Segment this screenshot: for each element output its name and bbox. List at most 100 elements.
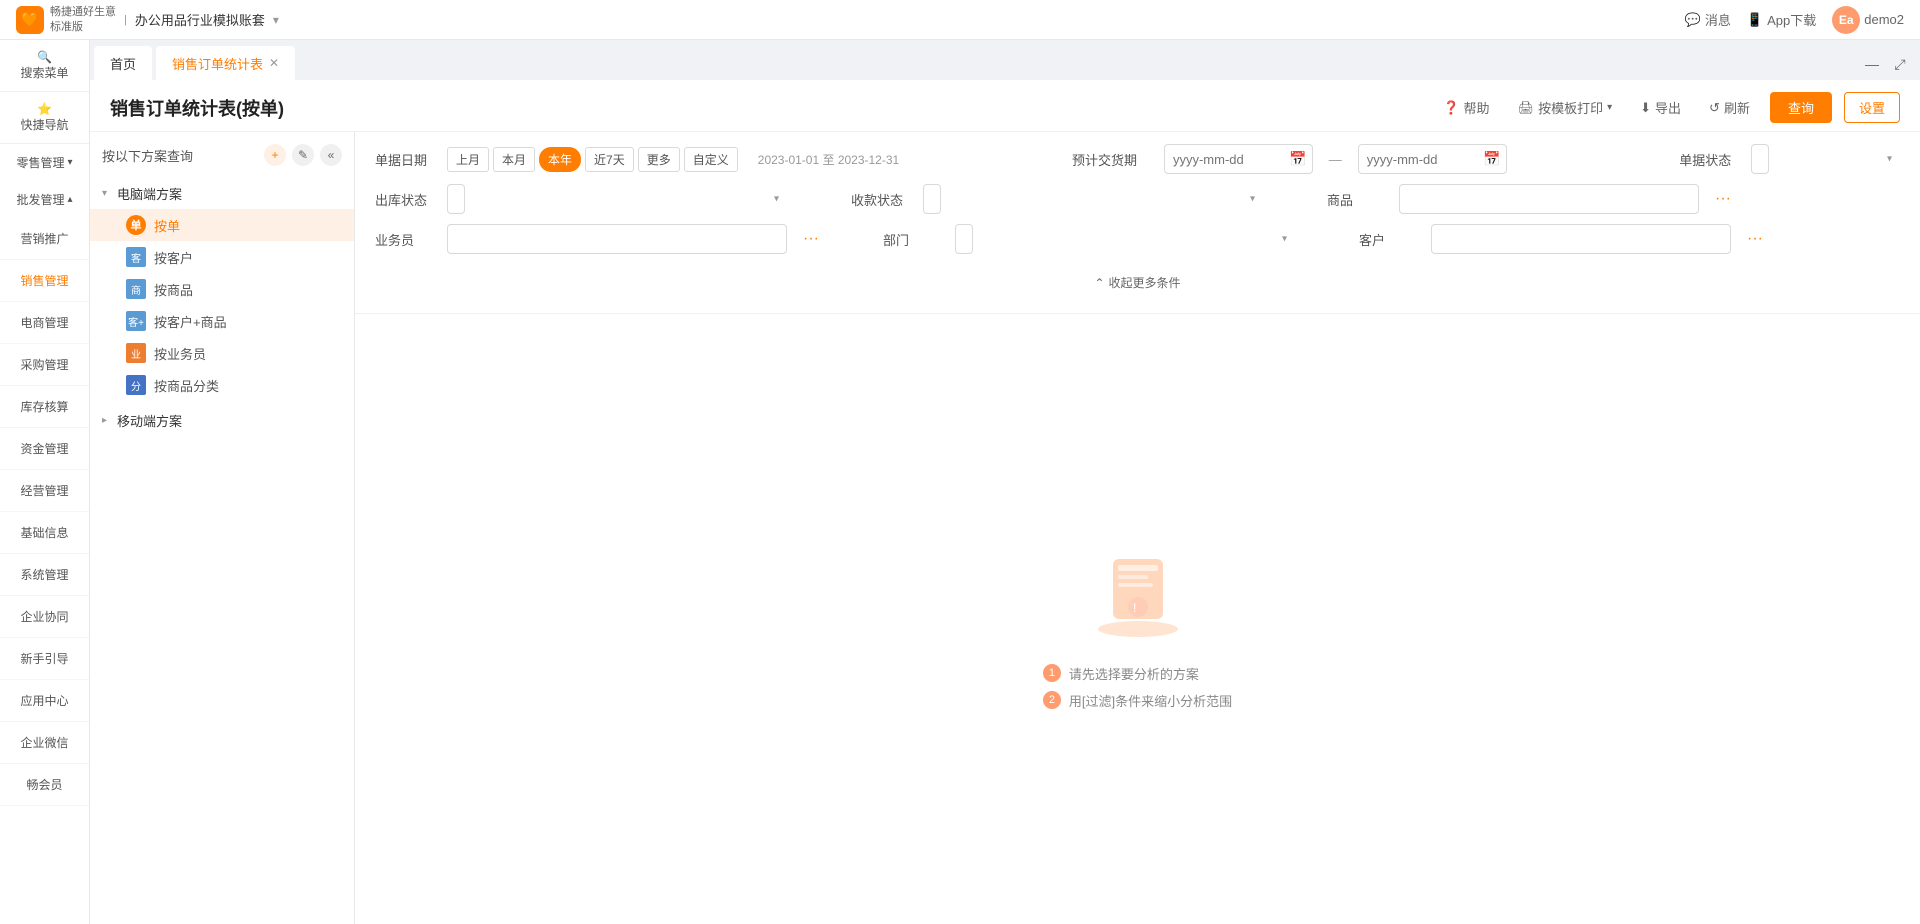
date-btn-custom[interactable]: 自定义 [684, 147, 738, 172]
add-plan-btn[interactable]: + [264, 144, 286, 166]
wholesale-arrow-icon: ▴ [67, 194, 72, 205]
sidebar-item-ecommerce[interactable]: 电商管理 [0, 302, 89, 344]
export-icon: ⬇ [1640, 100, 1651, 116]
avatar: Ea [1832, 6, 1860, 34]
by-category-label: 按商品分类 [154, 376, 219, 395]
sidebar-item-retail[interactable]: 零售管理 ▾ [0, 144, 89, 181]
left-panel-header: 按以下方案查询 + ✎ « [90, 144, 354, 174]
by-cust-prod-icon: 客+ [126, 311, 146, 331]
date-buttons: 上月 本月 本年 近7天 更多 自定义 [447, 147, 738, 172]
marketing-label: 营销推广 [20, 232, 68, 246]
sidebar-item-system[interactable]: 系统管理 [0, 554, 89, 596]
mobile-group-header[interactable]: ▸ 移动端方案 [90, 405, 354, 436]
by-cust-prod-label: 按客户+商品 [154, 312, 227, 331]
tab-minimize-btn[interactable]: — [1860, 52, 1884, 76]
purchase-label: 采购管理 [20, 358, 68, 372]
customer-more-icon[interactable]: ··· [1747, 230, 1763, 248]
query-button[interactable]: 查询 [1770, 92, 1832, 123]
wechat-label: 企业微信 [20, 736, 68, 750]
plan-item-by-salesperson[interactable]: 业 按业务员 [90, 337, 354, 369]
sidebar-item-member[interactable]: 畅会员 [0, 764, 89, 806]
sidebar-item-wechat[interactable]: 企业微信 [0, 722, 89, 764]
enterprise-label: 企业协同 [20, 610, 68, 624]
tab-bar: 首页 销售订单统计表 ✕ — ⤢ [90, 40, 1920, 80]
sidebar-item-enterprise[interactable]: 企业协同 [0, 596, 89, 638]
download-btn[interactable]: 📱 App下载 [1747, 10, 1816, 29]
download-icon: 📱 [1747, 12, 1763, 28]
right-area: 单据日期 上月 本月 本年 近7天 更多 自定义 2023-01-01 至 20… [355, 132, 1920, 924]
sidebar-item-basic[interactable]: 基础信息 [0, 512, 89, 554]
calendar-to-icon[interactable]: 📅 [1483, 151, 1500, 168]
user-area[interactable]: Ea demo2 [1832, 6, 1904, 34]
page-content: 销售订单统计表(按单) ❓ 帮助 🖨 按模板打印 ▾ ⬇ 导出 [90, 80, 1920, 924]
product-more-icon[interactable]: ··· [1715, 190, 1731, 208]
date-btn-this-year[interactable]: 本年 [539, 147, 581, 172]
collapse-btn[interactable]: ⌃ 收起更多条件 [1088, 268, 1186, 297]
svg-text:!: ! [1133, 601, 1136, 615]
refresh-icon: ↺ [1709, 100, 1720, 116]
collapse-icon: ⌃ [1094, 276, 1104, 290]
tab-sales-stat[interactable]: 销售订单统计表 ✕ [156, 46, 295, 80]
desktop-plan-group: ▾ 电脑端方案 单 按单 客 按客户 [90, 178, 354, 401]
newbie-label: 新手引导 [20, 652, 68, 666]
department-select[interactable] [955, 224, 973, 254]
message-btn[interactable]: 💬 消息 [1685, 10, 1731, 29]
date-btn-last-month[interactable]: 上月 [447, 147, 489, 172]
plan-item-by-cust-prod[interactable]: 客+ 按客户+商品 [90, 305, 354, 337]
sidebar-item-apps[interactable]: 应用中心 [0, 680, 89, 722]
collapse-panel-btn[interactable]: « [320, 144, 342, 166]
calendar-from-icon[interactable]: 📅 [1289, 151, 1306, 168]
plan-item-by-order[interactable]: 单 按单 [90, 209, 354, 241]
logo-text: 畅捷通好生意 标准版 [50, 5, 116, 34]
tab-home[interactable]: 首页 [94, 46, 152, 80]
sidebar-shortcut[interactable]: ⭐ 快捷导航 [0, 92, 89, 144]
page-actions: ❓ 帮助 🖨 按模板打印 ▾ ⬇ 导出 ↺ 刷新 [1435, 92, 1900, 123]
plan-item-by-category[interactable]: 分 按商品分类 [90, 369, 354, 401]
tab-expand-btn[interactable]: ⤢ [1888, 52, 1912, 76]
by-salesperson-label: 按业务员 [154, 344, 206, 363]
export-btn[interactable]: ⬇ 导出 [1632, 94, 1689, 121]
date-range-display: 2023-01-01 至 2023-12-31 [758, 151, 899, 168]
left-panel-title: 按以下方案查询 [102, 146, 193, 165]
date-btn-more[interactable]: 更多 [638, 147, 680, 172]
print-btn[interactable]: 🖨 按模板打印 ▾ [1510, 94, 1621, 121]
sidebar-item-sales[interactable]: 销售管理 [0, 260, 89, 302]
order-status-select[interactable] [1751, 144, 1769, 174]
sidebar-item-inventory[interactable]: 库存核算 [0, 386, 89, 428]
desktop-group-header[interactable]: ▾ 电脑端方案 [90, 178, 354, 209]
out-status-select[interactable] [447, 184, 465, 214]
plan-item-by-product[interactable]: 商 按商品 [90, 273, 354, 305]
refresh-btn[interactable]: ↺ 刷新 [1701, 94, 1758, 121]
member-label: 畅会员 [26, 778, 62, 792]
sidebar-item-marketing[interactable]: 营销推广 [0, 218, 89, 260]
empty-illustration: ! [1078, 529, 1198, 652]
product-input[interactable] [1399, 184, 1699, 214]
sidebar-item-business[interactable]: 经营管理 [0, 470, 89, 512]
salesperson-input[interactable] [447, 224, 787, 254]
retail-label: 零售管理 [16, 154, 64, 171]
sidebar-item-finance[interactable]: 资金管理 [0, 428, 89, 470]
workspace-arrow-icon[interactable]: ▾ [273, 13, 279, 27]
print-icon: 🖨 [1518, 100, 1535, 116]
filter-row-1: 单据日期 上月 本月 本年 近7天 更多 自定义 2023-01-01 至 20… [375, 144, 1900, 174]
date-btn-7days[interactable]: 近7天 [585, 147, 634, 172]
basic-label: 基础信息 [20, 526, 68, 540]
help-btn[interactable]: ❓ 帮助 [1435, 94, 1497, 121]
settings-button[interactable]: 设置 [1844, 92, 1900, 123]
wholesale-label: 批发管理 [16, 191, 64, 208]
salesperson-more-icon[interactable]: ··· [803, 230, 819, 248]
top-bar: 🧡 畅捷通好生意 标准版 | 办公用品行业模拟账套 ▾ 💬 消息 📱 App下载… [0, 0, 1920, 40]
date-btn-this-month[interactable]: 本月 [493, 147, 535, 172]
sidebar-search[interactable]: 🔍 搜索菜单 [0, 40, 89, 92]
sales-stat-tab-label: 销售订单统计表 [172, 54, 263, 73]
tab-close-icon[interactable]: ✕ [269, 56, 279, 70]
sidebar-item-newbie[interactable]: 新手引导 [0, 638, 89, 680]
collapse-row: ⌃ 收起更多条件 [375, 264, 1900, 301]
product-label: 商品 [1327, 190, 1387, 209]
edit-plan-btn[interactable]: ✎ [292, 144, 314, 166]
plan-item-by-customer[interactable]: 客 按客户 [90, 241, 354, 273]
payment-status-select[interactable] [923, 184, 941, 214]
sidebar-item-purchase[interactable]: 采购管理 [0, 344, 89, 386]
sidebar-item-wholesale[interactable]: 批发管理 ▴ [0, 181, 89, 218]
customer-input[interactable] [1431, 224, 1731, 254]
